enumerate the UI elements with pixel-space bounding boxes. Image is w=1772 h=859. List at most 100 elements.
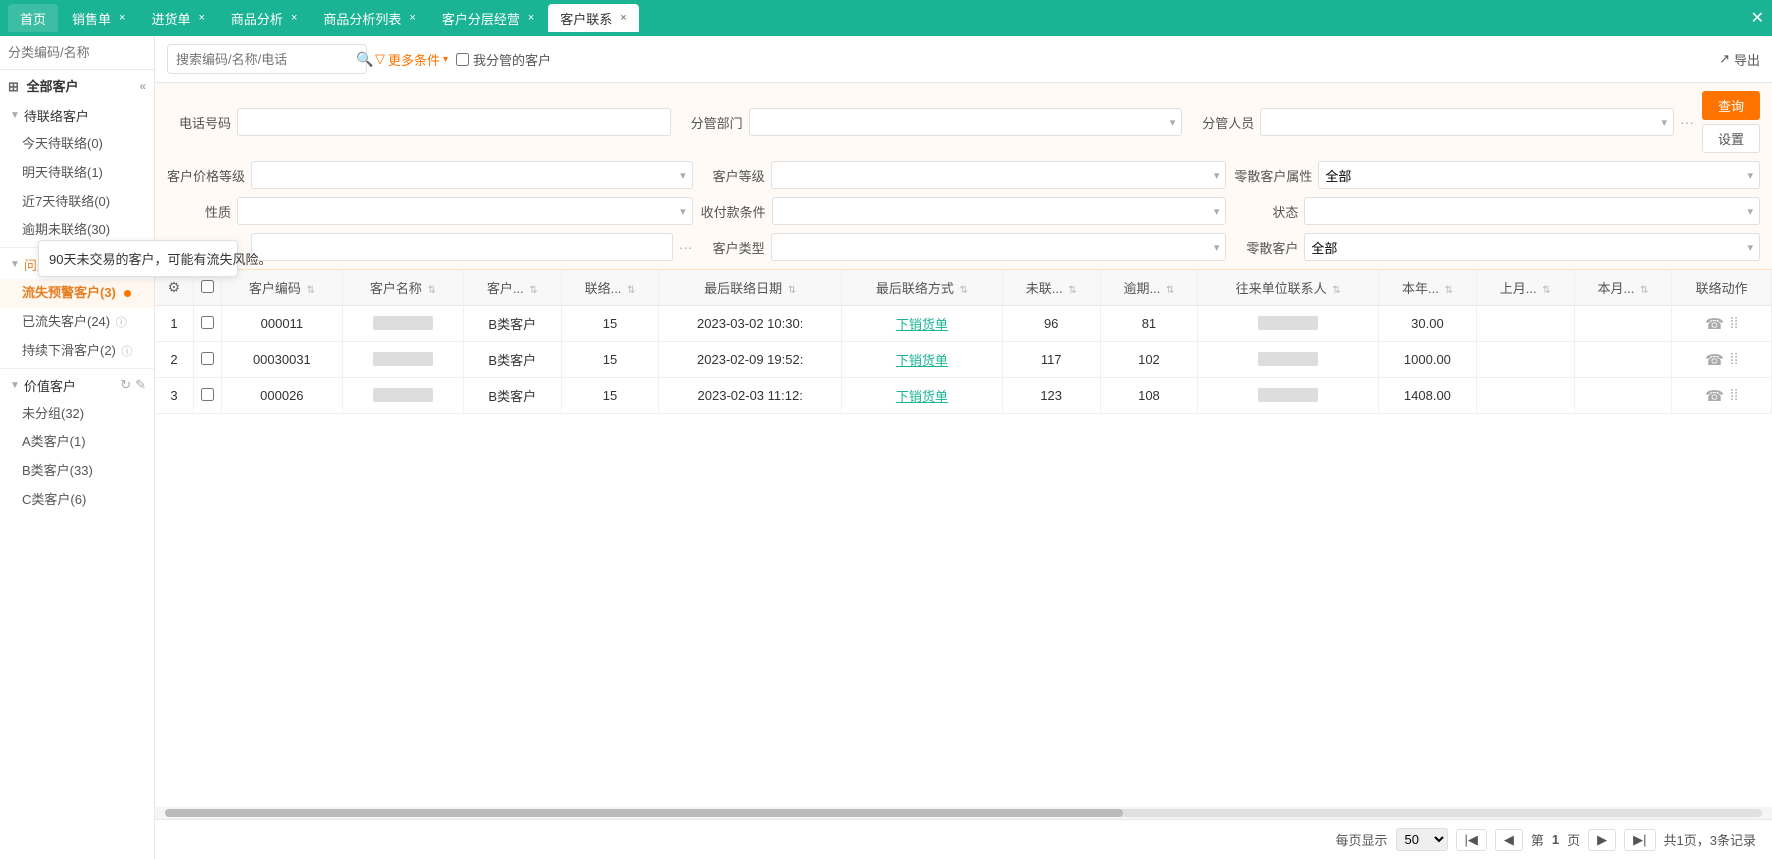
next-page-btn[interactable]: ▶	[1588, 829, 1616, 851]
cell-cust-type: B类客户	[463, 342, 561, 378]
tab-customer-contact[interactable]: 客户联系 ×	[548, 4, 638, 32]
prev-page-btn[interactable]: ◀	[1495, 829, 1523, 851]
tab-customer-layer[interactable]: 客户分层经营 ×	[430, 4, 546, 32]
horizontal-scrollbar[interactable]	[155, 807, 1772, 819]
filter-person: 分管人员 ▾ ···	[1190, 108, 1694, 136]
row-checkbox-0[interactable]	[201, 316, 214, 329]
sidebar-item-today[interactable]: 今天待联络(0)	[0, 130, 154, 159]
action-more-icon[interactable]: ⁞⁞	[1730, 315, 1738, 333]
tab-purchase[interactable]: 进货单 ×	[139, 4, 216, 32]
row-checkbox-1[interactable]	[201, 352, 214, 365]
filter-dept-select[interactable]: ▾	[749, 108, 1183, 136]
settings-gear-icon[interactable]: ⚙	[168, 279, 181, 296]
filter-gender-select[interactable]: ▾	[237, 197, 693, 225]
my-customers-checkbox[interactable]	[456, 53, 469, 66]
filter-cust-type-label: 客户类型	[701, 238, 765, 257]
tab-sales[interactable]: 销售单 ×	[60, 4, 137, 32]
filter-payment-select[interactable]: ▾	[772, 197, 1227, 225]
top-tab-bar: 首页 销售单 × 进货单 × 商品分析 × 商品分析列表 × 客户分层经营 × …	[0, 0, 1772, 36]
filter-phone-input[interactable]	[237, 108, 671, 136]
tab-product-analysis[interactable]: 商品分析 ×	[219, 4, 309, 32]
export-btn[interactable]: ↗ 导出	[1719, 50, 1760, 69]
cell-related-contact	[1198, 342, 1379, 378]
filter-person-select[interactable]: ▾	[1260, 108, 1674, 136]
filter-retail-cust-select[interactable]: 全部 ▾	[1304, 233, 1760, 261]
search-input[interactable]	[176, 52, 352, 67]
my-customers-checkbox-label[interactable]: 我分管的客户	[456, 50, 551, 69]
sidebar-search-input[interactable]	[8, 45, 155, 60]
action-more-icon[interactable]: ⁞⁞	[1730, 351, 1738, 369]
sort-related-icon: ⇅	[1332, 285, 1340, 296]
filter-person-more[interactable]: ···	[1680, 114, 1694, 130]
filter-icon: ▽	[375, 51, 385, 67]
sidebar-item-class-b[interactable]: B类客户(33)	[0, 457, 154, 486]
sidebar-item-churn-warning[interactable]: 流失预警客户(3)	[0, 279, 154, 308]
action-more-icon[interactable]: ⁞⁞	[1730, 387, 1738, 405]
select-all-checkbox[interactable]	[201, 280, 214, 293]
chevron-dept-icon: ▾	[1170, 116, 1176, 129]
cell-last-month	[1476, 378, 1574, 414]
action-contact-icon[interactable]: ☎	[1705, 315, 1724, 333]
filter-cust-type-select[interactable]: ▾	[771, 233, 1227, 261]
col-overdue: 逾期... ⇅	[1100, 270, 1198, 306]
cell-last-month	[1476, 306, 1574, 342]
cell-action: ☎ ⁞⁞	[1672, 306, 1772, 342]
sidebar-item-tomorrow[interactable]: 明天待联络(1)	[0, 159, 154, 188]
sidebar-group-value[interactable]: ▼ 价值客户 ↻ ✎	[0, 371, 154, 400]
chevron-person-icon: ▾	[1661, 116, 1667, 129]
tab-product-analysis-list[interactable]: 商品分析列表 ×	[311, 4, 427, 32]
filter-status: 状态 ▾	[1234, 197, 1760, 225]
refresh-icon[interactable]: ↻	[120, 377, 131, 393]
sort-date-icon: ⇅	[788, 285, 796, 296]
sidebar-item-class-c[interactable]: C类客户(6)	[0, 486, 154, 515]
cell-checkbox[interactable]	[193, 378, 221, 414]
contact-way-link[interactable]: 下销货单	[896, 389, 948, 404]
filter-retail-attr-select[interactable]: 全部 ▾	[1318, 161, 1760, 189]
filter-region-more[interactable]: ···	[679, 239, 693, 255]
sidebar-item-7days[interactable]: 近7天待联络(0)	[0, 188, 154, 217]
action-contact-icon[interactable]: ☎	[1705, 351, 1724, 369]
action-contact-icon[interactable]: ☎	[1705, 387, 1724, 405]
tab-sales-close[interactable]: ×	[119, 12, 125, 24]
filter-price-grade-select[interactable]: ▾	[251, 161, 693, 189]
sidebar-item-declining[interactable]: 持续下滑客户(2) ⓘ	[0, 337, 154, 366]
cell-year-amount: 30.00	[1379, 306, 1477, 342]
tab-customer-contact-close[interactable]: ×	[620, 12, 626, 24]
cell-last-month	[1476, 342, 1574, 378]
tab-product-analysis-list-close[interactable]: ×	[409, 12, 415, 24]
sidebar-group-pending[interactable]: ▼ 待联络客户	[0, 101, 154, 130]
window-close-btn[interactable]: ✕	[1751, 8, 1764, 28]
contact-way-link[interactable]: 下销货单	[896, 353, 948, 368]
cell-checkbox[interactable]	[193, 306, 221, 342]
filter-cust-grade-select[interactable]: ▾	[771, 161, 1227, 189]
col-action: 联络动作	[1672, 270, 1772, 306]
sidebar-item-class-a[interactable]: A类客户(1)	[0, 428, 154, 457]
tab-product-analysis-close[interactable]: ×	[291, 12, 297, 24]
query-button[interactable]: 查询	[1702, 91, 1760, 120]
edit-icon[interactable]: ✎	[135, 377, 146, 393]
more-conditions-btn[interactable]: ▽ 更多条件 ▾	[375, 50, 448, 69]
data-table: ⚙ 客户编码 ⇅ 客户名称 ⇅	[155, 270, 1772, 414]
tab-customer-layer-close[interactable]: ×	[528, 12, 534, 24]
per-page-select[interactable]: 50 20 100	[1396, 828, 1448, 851]
search-submit-icon[interactable]: 🔍	[356, 51, 373, 68]
cell-not-contacted: 123	[1002, 378, 1100, 414]
sort-way-icon: ⇅	[960, 285, 968, 296]
tab-home[interactable]: 首页	[8, 4, 58, 32]
cell-checkbox[interactable]	[193, 342, 221, 378]
row-checkbox-2[interactable]	[201, 388, 214, 401]
cell-name	[342, 342, 463, 378]
scrollbar-thumb[interactable]	[165, 809, 1123, 817]
sidebar-item-ungrouped[interactable]: 未分组(32)	[0, 400, 154, 429]
filter-retail-cust-label: 零散客户	[1234, 238, 1298, 257]
sidebar-all-customers[interactable]: ⊞ 全部客户 «	[0, 70, 154, 101]
tab-purchase-close[interactable]: ×	[198, 12, 204, 24]
contact-way-link[interactable]: 下销货单	[896, 317, 948, 332]
filter-region-select[interactable]	[251, 233, 673, 261]
first-page-btn[interactable]: |◀	[1456, 829, 1487, 851]
sort-contact-icon: ⇅	[627, 285, 635, 296]
filter-status-select[interactable]: ▾	[1304, 197, 1760, 225]
sidebar-item-churned[interactable]: 已流失客户(24) ⓘ	[0, 308, 154, 337]
settings-button[interactable]: 设置	[1702, 124, 1760, 153]
last-page-btn[interactable]: ▶|	[1624, 829, 1655, 851]
